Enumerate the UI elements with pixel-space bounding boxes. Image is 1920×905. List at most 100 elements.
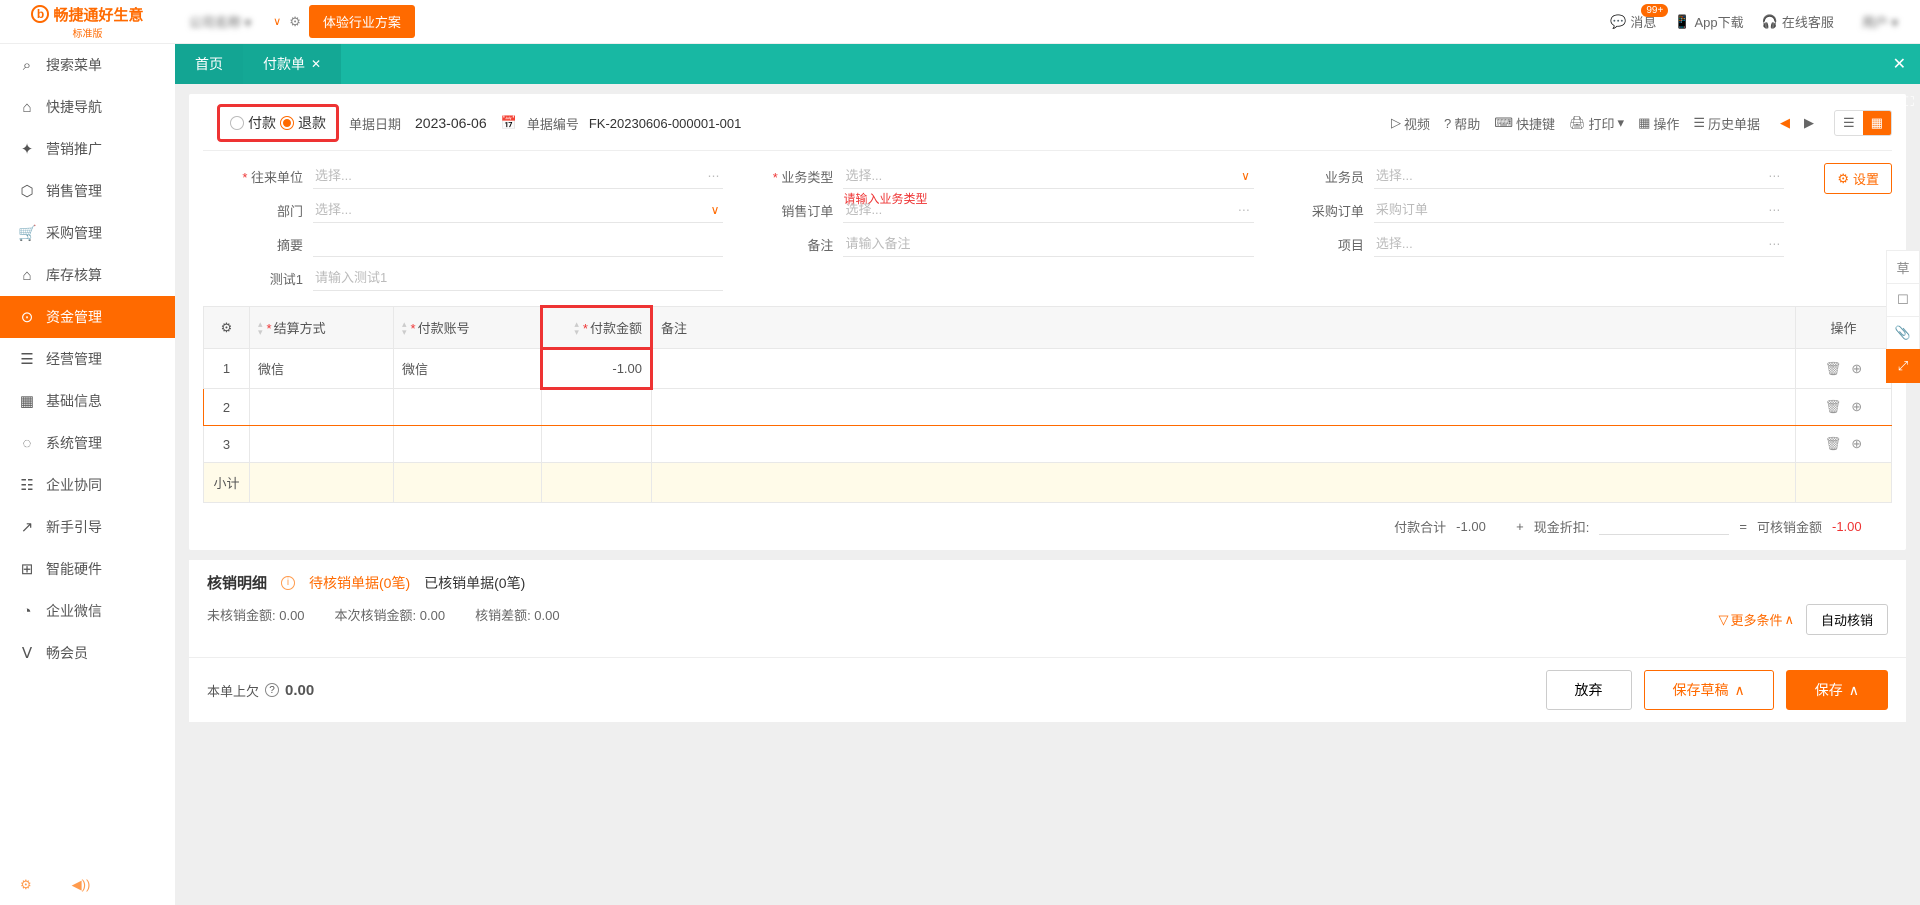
chevron-down-icon[interactable]: ∨ (273, 15, 281, 28)
chevron-up-icon: ∧ (1784, 612, 1794, 628)
doc-icon: ☰ (1693, 115, 1705, 131)
sidebar-item-basedata[interactable]: ▦基础信息 (0, 380, 175, 422)
abandon-button[interactable]: 放弃 (1546, 670, 1632, 710)
payment-type-radio-group: 付款 退款 (217, 104, 339, 142)
settings-icon[interactable]: ⚙ (20, 877, 32, 893)
saleorder-select[interactable]: ⋯ (843, 197, 1253, 223)
chevron-down-icon[interactable]: ∨ (1239, 169, 1252, 183)
table-subtotal: 小计 (204, 463, 1892, 503)
sidebar-item-finance[interactable]: ⊙资金管理 (0, 296, 175, 338)
sidebar-item-hardware[interactable]: ⊞智能硬件 (0, 548, 175, 590)
calendar-icon[interactable]: 📅 (501, 115, 517, 131)
gear-icon: ⚙ (1837, 171, 1849, 187)
shortcut-link[interactable]: ⌨快捷键 (1494, 114, 1555, 133)
user-avatar[interactable]: 用户 ▾ (1852, 12, 1908, 31)
more-filters-link[interactable]: ▽更多条件 ∧ (1718, 610, 1794, 629)
app-download-link[interactable]: 📱App下载 (1674, 12, 1743, 31)
sidebar-item-marketing[interactable]: ✦营销推广 (0, 128, 175, 170)
col-remark[interactable]: 备注 (661, 321, 687, 336)
sidebar-item-system[interactable]: ◌系统管理 (0, 422, 175, 464)
trial-button[interactable]: 体验行业方案 (309, 5, 415, 38)
list-icon: ☰ (18, 350, 36, 368)
company-selector[interactable]: 公司名称 ▾ (175, 12, 265, 31)
float-draft-icon[interactable]: 草 (1886, 250, 1920, 284)
table-row[interactable]: 2 🗑⊕ (204, 389, 1892, 426)
purchaseorder-label: 采购订单 (1284, 201, 1374, 220)
purchaseorder-select[interactable]: ⋯ (1374, 197, 1784, 223)
print-button[interactable]: 🖨打印 ▾ (1569, 114, 1624, 133)
delete-row-icon[interactable]: 🗑 (1825, 361, 1842, 377)
message-icon: 💬 (1610, 14, 1626, 30)
coin-icon: ⊙ (18, 308, 36, 326)
box-icon: ⊞ (18, 560, 36, 578)
col-amount[interactable]: 付款金额 (583, 318, 642, 337)
video-link[interactable]: ▷视频 (1391, 114, 1430, 133)
tab-home[interactable]: 首页 (175, 44, 243, 84)
table-gear-icon[interactable]: ⚙ (221, 320, 233, 335)
operate-button[interactable]: ▦操作 (1638, 114, 1679, 133)
tabbar-close-icon[interactable]: ✕ (1879, 54, 1920, 74)
project-select[interactable]: ⋯ (1374, 231, 1784, 257)
date-value[interactable]: 2023-06-06 (411, 115, 491, 131)
view-list-icon[interactable]: ☰ (1835, 111, 1863, 135)
history-link[interactable]: ☰历史单据 (1693, 114, 1760, 133)
radio-refund[interactable]: 退款 (280, 113, 326, 133)
gear-icon[interactable]: ⚙ (281, 10, 309, 34)
view-grid-icon[interactable]: ▦ (1863, 111, 1891, 135)
sidebar-item-sales[interactable]: ⬡销售管理 (0, 170, 175, 212)
sidebar-item-collab[interactable]: ☷企业协同 (0, 464, 175, 506)
delete-row-icon[interactable]: 🗑 (1825, 436, 1842, 452)
close-icon[interactable]: ✕ (311, 57, 321, 71)
next-arrow-icon[interactable]: ▶ (1798, 113, 1820, 133)
float-doc-icon[interactable]: ☐ (1886, 283, 1920, 317)
help-link[interactable]: ?帮助 (1444, 114, 1480, 133)
dept-label: 部门 (223, 201, 313, 220)
save-draft-button[interactable]: 保存草稿∧ (1644, 670, 1774, 710)
prev-arrow-icon[interactable]: ◀ (1774, 113, 1796, 133)
question-icon[interactable]: ? (265, 683, 279, 697)
float-attach-icon[interactable]: 📎 (1886, 316, 1920, 350)
sidebar-item-quicknav[interactable]: ⌂快捷导航 (0, 86, 175, 128)
delete-row-icon[interactable]: 🗑 (1825, 399, 1842, 415)
sidebar-item-member[interactable]: Ⅴ畅会员 (0, 632, 175, 674)
writeoff-amount: -1.00 (1832, 519, 1882, 534)
docno-label: 单据编号 (527, 114, 579, 133)
settings-button[interactable]: ⚙设置 (1824, 163, 1892, 194)
col-account[interactable]: 付款账号 (411, 318, 470, 337)
table-row[interactable]: 1 微信 微信 -1.00 🗑⊕ (204, 349, 1892, 389)
sidebar-item-guide[interactable]: ↗新手引导 (0, 506, 175, 548)
test1-input[interactable] (313, 265, 723, 291)
verify-tab-done[interactable]: 已核销单据(0笔) (424, 573, 525, 593)
sidebar-item-wecom[interactable]: ◔企业微信 (0, 590, 175, 632)
sidebar-item-operation[interactable]: ☰经营管理 (0, 338, 175, 380)
messages-link[interactable]: 💬 消息 99+ (1610, 12, 1656, 31)
add-row-icon[interactable]: ⊕ (1851, 361, 1862, 377)
sidebar-item-purchase[interactable]: 🛒采购管理 (0, 212, 175, 254)
add-row-icon[interactable]: ⊕ (1851, 399, 1862, 415)
sidebar-item-inventory[interactable]: ⌂库存核算 (0, 254, 175, 296)
partner-label: 往来单位 (223, 167, 313, 186)
biztype-select[interactable]: ∨请输入业务类型 (843, 163, 1253, 189)
clerk-select[interactable]: ⋯ (1374, 163, 1784, 189)
add-row-icon[interactable]: ⊕ (1851, 436, 1862, 452)
sidebar-item-search[interactable]: ⌕搜索菜单 (0, 44, 175, 86)
auto-writeoff-button[interactable]: 自动核销 (1806, 604, 1888, 635)
col-method[interactable]: 结算方式 (267, 318, 326, 337)
collapse-icon[interactable]: ◀)) (72, 877, 91, 893)
printer-icon: 🖨 (1569, 115, 1586, 131)
remark-input[interactable] (843, 231, 1253, 257)
verify-tab-pending[interactable]: 待核销单据(0笔) (309, 573, 410, 593)
float-expand-icon[interactable]: ⤢ (1886, 349, 1920, 383)
save-button[interactable]: 保存∧ (1786, 670, 1888, 710)
chevron-down-icon[interactable]: ∨ (709, 203, 722, 217)
radio-payment[interactable]: 付款 (230, 113, 276, 133)
dept-select[interactable]: ∨ (313, 197, 723, 223)
support-link[interactable]: 🎧在线客服 (1762, 12, 1834, 31)
expand-icon[interactable]: ⛶ (1905, 94, 1914, 110)
tab-payment[interactable]: 付款单✕ (243, 44, 341, 84)
discount-input[interactable] (1599, 519, 1729, 535)
table-row[interactable]: 3 🗑⊕ (204, 426, 1892, 463)
summary-input[interactable] (313, 231, 723, 257)
info-icon[interactable]: i (281, 576, 295, 590)
partner-select[interactable]: ⋯ (313, 163, 723, 189)
